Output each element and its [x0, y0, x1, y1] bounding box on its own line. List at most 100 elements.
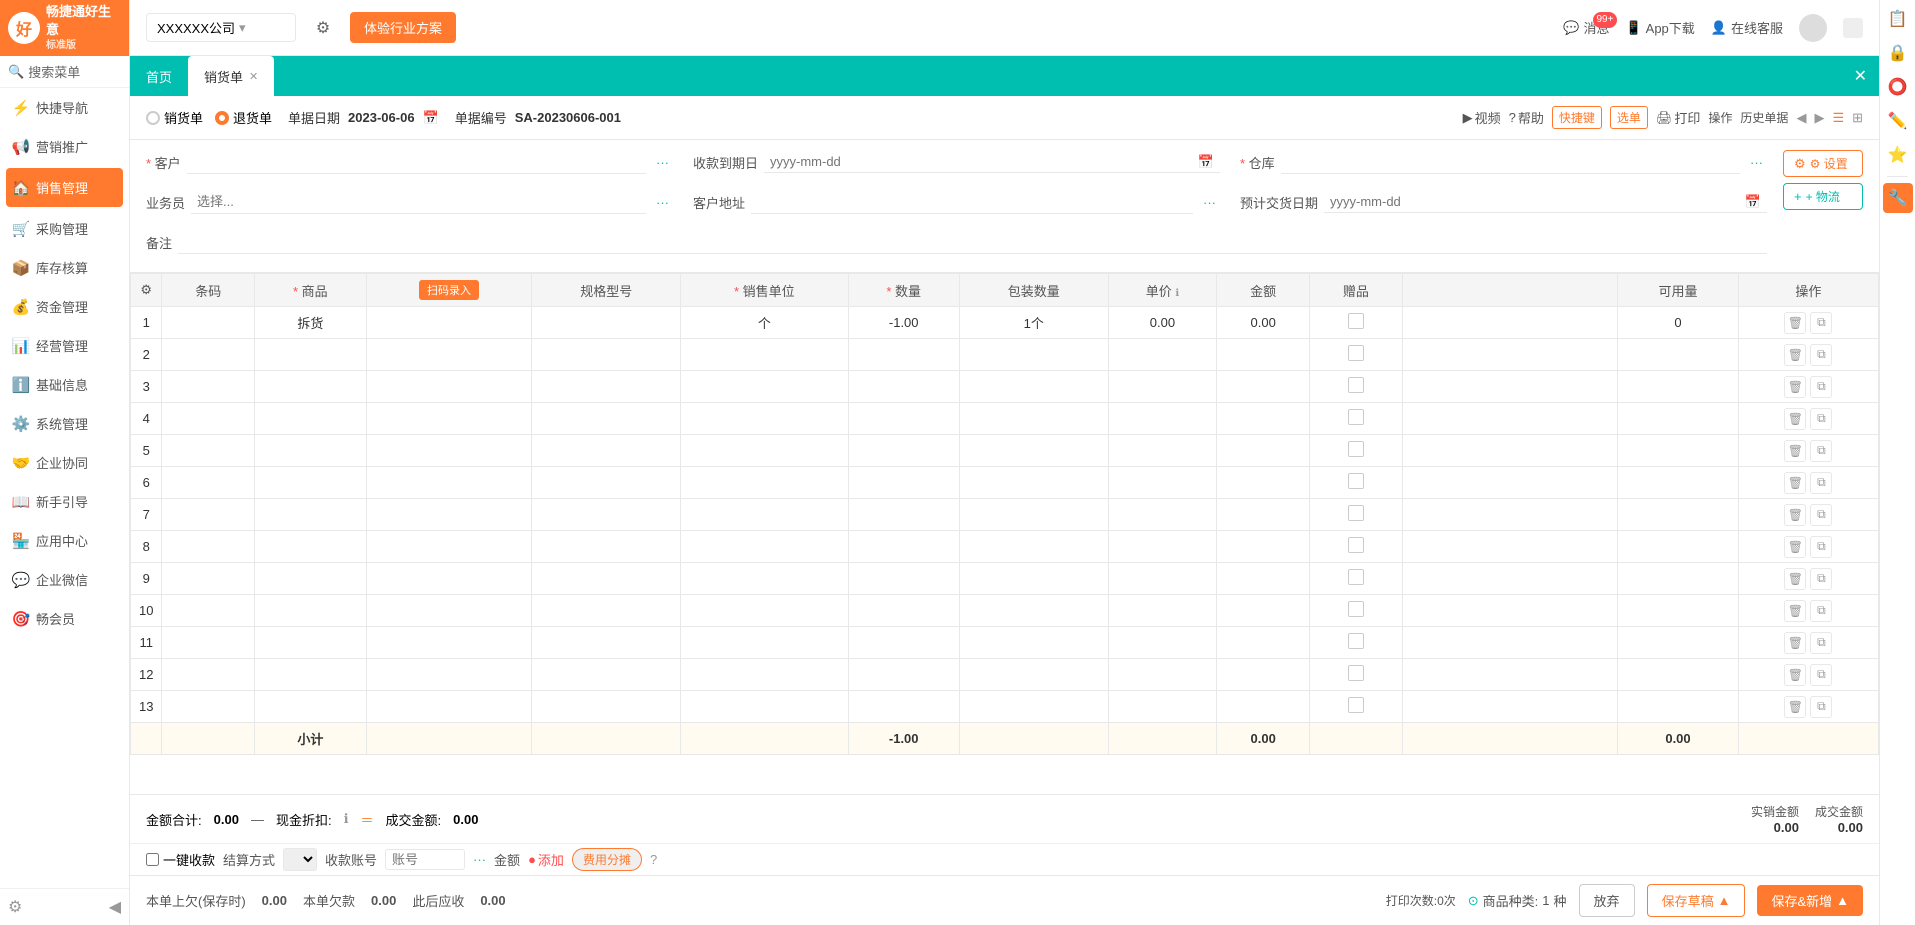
gift-checkbox[interactable] — [1348, 697, 1364, 713]
expected-date-input[interactable]: 📅 — [1324, 192, 1767, 213]
td-amount-1[interactable]: 0.00 — [1217, 307, 1310, 339]
save-draft-btn[interactable]: 保存草稿 ▲ — [1647, 884, 1746, 917]
user-avatar[interactable] — [1799, 14, 1827, 42]
grid-view-icon[interactable]: ⊞ — [1852, 110, 1863, 126]
settings-button[interactable]: ⚙ — [308, 13, 338, 43]
gift-checkbox[interactable] — [1348, 537, 1364, 553]
scan-btn[interactable]: 扫码录入 — [419, 280, 479, 300]
sidebar-item-sales[interactable]: 🏠 销售管理 — [6, 168, 123, 207]
delete-btn[interactable]: 🗑 — [1784, 472, 1806, 494]
copy-btn[interactable]: ⧉ — [1810, 504, 1832, 526]
copy-btn[interactable]: ⧉ — [1810, 664, 1832, 686]
td-qty-1[interactable]: -1.00 — [848, 307, 959, 339]
delete-btn[interactable]: 🗑 — [1784, 632, 1806, 654]
payment-checkbox-input[interactable] — [146, 853, 159, 866]
sidebar-item-finance[interactable]: 💰 资金管理 — [0, 287, 129, 326]
td-product-1[interactable]: 拆货 — [255, 307, 366, 339]
gift-checkbox[interactable] — [1348, 633, 1364, 649]
copy-btn[interactable]: ⧉ — [1810, 632, 1832, 654]
sidebar-item-guide[interactable]: 📖 新手引导 — [0, 482, 129, 521]
delete-btn[interactable]: 🗑 — [1784, 408, 1806, 430]
due-date-value[interactable] — [770, 154, 1194, 169]
sidebar-item-operations[interactable]: 📊 经营管理 — [0, 326, 129, 365]
copy-btn[interactable]: ⧉ — [1810, 568, 1832, 590]
customer-more-icon[interactable]: ··· — [652, 155, 673, 170]
account-input[interactable] — [385, 849, 465, 870]
td-barcode-1[interactable] — [162, 307, 255, 339]
td-unit-1[interactable]: 个 — [681, 307, 848, 339]
search-menu[interactable]: 🔍 搜索菜单 — [0, 56, 129, 88]
delete-btn[interactable]: 🗑 — [1784, 664, 1806, 686]
customer-input[interactable] — [187, 150, 646, 174]
copy-btn[interactable]: ⧉ — [1810, 408, 1832, 430]
warehouse-input[interactable]: 建材仓 — [1281, 150, 1740, 174]
td-pack-qty-1[interactable]: 1个 — [959, 307, 1108, 339]
sidebar-item-quick-nav[interactable]: ⚡ 快捷导航 — [0, 88, 129, 127]
sidebar-item-enterprise[interactable]: 🤝 企业协同 — [0, 443, 129, 482]
shortcut-btn[interactable]: 快捷键 — [1552, 106, 1602, 129]
due-date-input[interactable]: 📅 — [764, 152, 1220, 173]
video-btn[interactable]: ▶ 视频 — [1463, 108, 1501, 127]
salesman-input[interactable] — [191, 190, 646, 214]
logistics-btn[interactable]: + + 物流 — [1783, 183, 1863, 210]
settings-bottom-icon[interactable]: ⚙ — [8, 897, 22, 917]
right-icon-lock[interactable]: 🔒 — [1883, 38, 1913, 68]
copy-btn[interactable]: ⧉ — [1810, 600, 1832, 622]
account-more-icon[interactable]: ··· — [473, 852, 486, 867]
gift-checkbox[interactable] — [1348, 569, 1364, 585]
address-more-icon[interactable]: ··· — [1199, 195, 1220, 210]
sidebar-item-inventory[interactable]: 📦 库存核算 — [0, 248, 129, 287]
right-icon-orange[interactable]: 🔧 — [1883, 183, 1913, 213]
warehouse-more-icon[interactable]: ··· — [1746, 155, 1767, 170]
radio-sales-order[interactable]: 销货单 — [146, 108, 203, 127]
td-note-1[interactable] — [1402, 307, 1617, 339]
th-gear[interactable]: ⚙ — [131, 274, 162, 307]
sidebar-item-purchase[interactable]: 🛒 采购管理 — [0, 209, 129, 248]
right-icon-star[interactable]: ⭐ — [1883, 140, 1913, 170]
operation-btn[interactable]: 操作 — [1708, 109, 1732, 126]
sidebar-item-system[interactable]: ⚙️ 系统管理 — [0, 404, 129, 443]
user-menu[interactable] — [1843, 18, 1863, 38]
next-icon[interactable]: ▶ — [1814, 110, 1824, 126]
delete-btn[interactable]: 🗑 — [1784, 568, 1806, 590]
tab-close-icon[interactable]: ✕ — [249, 70, 258, 83]
expected-date-cal-icon[interactable]: 📅 — [1745, 194, 1761, 210]
gift-checkbox[interactable] — [1348, 377, 1364, 393]
tab-bar-close[interactable]: ✕ — [1854, 66, 1879, 86]
trial-button[interactable]: 体验行业方案 — [350, 12, 456, 43]
sidebar-item-wechat[interactable]: 💬 企业微信 — [0, 560, 129, 599]
help-btn[interactable]: ? 帮助 — [1509, 108, 1544, 127]
due-date-cal-icon[interactable]: 📅 — [1198, 154, 1214, 170]
delete-row-btn-1[interactable]: 🗑 — [1784, 312, 1806, 334]
gift-checkbox[interactable] — [1348, 473, 1364, 489]
print-btn[interactable]: 🖨 打印 — [1656, 108, 1701, 127]
gift-checkbox[interactable] — [1348, 441, 1364, 457]
online-service-action[interactable]: 👤 在线客服 — [1711, 18, 1783, 37]
td-price-1[interactable]: 0.00 — [1108, 307, 1217, 339]
delete-btn[interactable]: 🗑 — [1784, 376, 1806, 398]
product-type-check-icon[interactable]: ⊙ — [1468, 893, 1479, 909]
tab-sales-order[interactable]: 销货单 ✕ — [188, 56, 274, 96]
save-new-btn[interactable]: 保存&新增 ▲ — [1757, 885, 1863, 916]
sidebar-item-member[interactable]: 🎯 畅会员 — [0, 599, 129, 638]
gift-checkbox[interactable] — [1348, 345, 1364, 361]
expected-date-value[interactable] — [1330, 194, 1741, 209]
copy-btn[interactable]: ⧉ — [1810, 472, 1832, 494]
company-selector[interactable]: XXXXXX公司 ▾ — [146, 13, 296, 42]
copy-row-btn-1[interactable]: ⧉ — [1810, 312, 1832, 334]
remark-input[interactable] — [178, 230, 1767, 254]
copy-btn[interactable]: ⧉ — [1810, 344, 1832, 366]
app-download-action[interactable]: 📱 App下载 — [1625, 18, 1694, 37]
gift-checkbox[interactable] — [1348, 665, 1364, 681]
copy-btn[interactable]: ⧉ — [1810, 440, 1832, 462]
right-icon-circle[interactable]: ⭕ — [1883, 72, 1913, 102]
help-circle-icon[interactable]: ℹ — [344, 811, 349, 827]
salesman-more-icon[interactable]: ··· — [652, 195, 673, 210]
tab-home[interactable]: 首页 — [130, 56, 188, 96]
calc-method-select[interactable] — [283, 848, 317, 871]
expense-split-btn[interactable]: 费用分摊 — [572, 848, 642, 871]
form-settings-btn[interactable]: ⚙ ⚙ 设置 — [1783, 150, 1863, 177]
delete-btn[interactable]: 🗑 — [1784, 600, 1806, 622]
one-click-payment[interactable]: 一键收款 — [146, 850, 215, 869]
history-btn[interactable]: 历史单据 — [1740, 109, 1788, 126]
